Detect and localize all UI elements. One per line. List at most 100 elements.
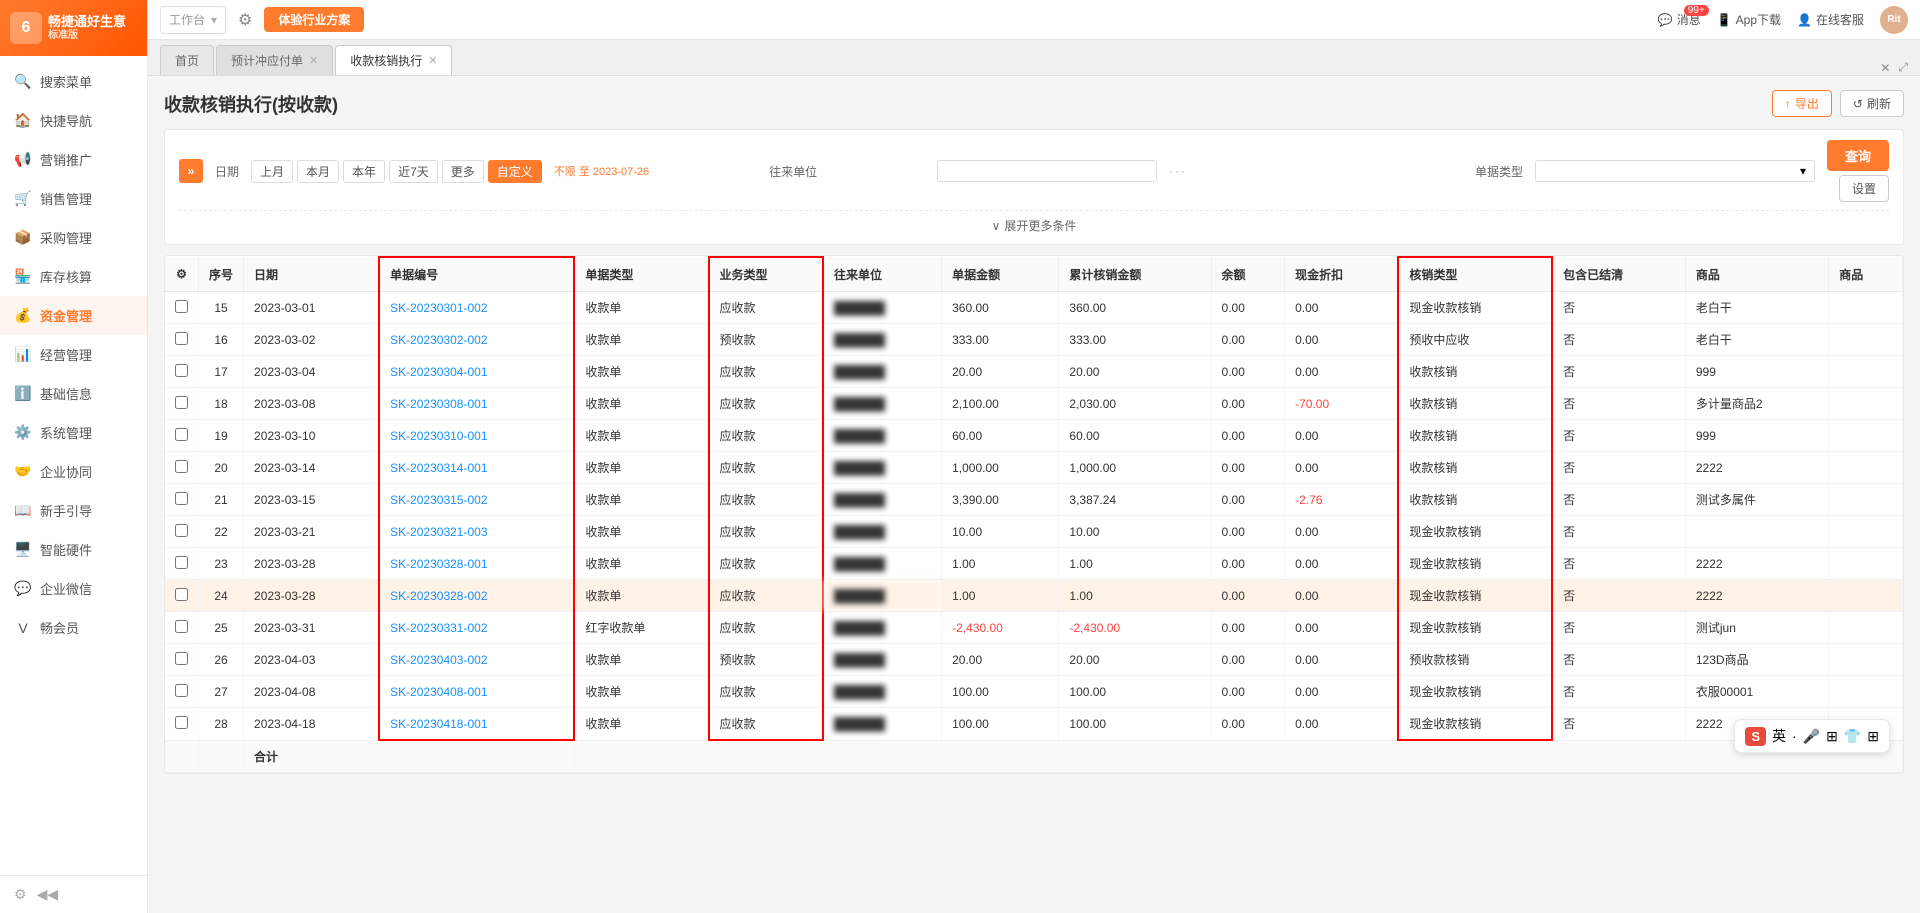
row-checkbox[interactable] — [175, 364, 188, 377]
expand-conditions-button[interactable]: ∨ 展开更多条件 — [992, 217, 1077, 234]
settings-icon[interactable]: ⚙ — [14, 886, 27, 903]
table-row: 202023-03-14SK-20230314-001收款单应收款██████1… — [165, 452, 1903, 484]
row-bill-amount: 20.00 — [942, 356, 1059, 388]
date-btn-本年[interactable]: 本年 — [343, 160, 385, 183]
tab-payable[interactable]: 预计冲应付单✕ — [216, 45, 333, 75]
tab-close-collection[interactable]: ✕ — [428, 54, 437, 67]
date-btn-更多[interactable]: 更多 — [442, 160, 484, 183]
sidebar-item-enterprise[interactable]: 🤝企业协同 — [0, 452, 147, 491]
tab-collection[interactable]: 收款核销执行 ✕ — [335, 45, 452, 75]
th-gear[interactable]: ⚙ — [165, 257, 199, 292]
tab-close-payable[interactable]: ✕ — [309, 54, 318, 67]
row-bill-type: 收款单 — [574, 292, 708, 324]
row-bill-no-link[interactable]: SK-20230331-002 — [390, 621, 487, 635]
row-include-settled: 否 — [1552, 292, 1685, 324]
refresh-button[interactable]: ↺ 刷新 — [1840, 90, 1904, 117]
filter-toggle-button[interactable]: » — [179, 159, 203, 183]
row-bill-no-link[interactable]: SK-20230310-001 — [390, 429, 487, 443]
row-checkbox[interactable] — [175, 684, 188, 697]
sidebar-item-quick-nav[interactable]: 🏠快捷导航 — [0, 101, 147, 140]
date-btn-近7天[interactable]: 近7天 — [389, 160, 438, 183]
row-bill-no-link[interactable]: SK-20230301-002 — [390, 301, 487, 315]
row-checkbox[interactable] — [175, 460, 188, 473]
row-checkbox[interactable] — [175, 396, 188, 409]
row-bill-no-link[interactable]: SK-20230304-001 — [390, 365, 487, 379]
user-avatar[interactable]: Rit — [1880, 6, 1908, 34]
row-balance: 0.00 — [1211, 580, 1285, 612]
row-bill-amount: 1.00 — [942, 548, 1059, 580]
row-balance: 0.00 — [1211, 676, 1285, 708]
row-checkbox[interactable] — [175, 332, 188, 345]
collapse-icon[interactable]: ◀◀ — [37, 886, 59, 903]
online-service-button[interactable]: 👤 在线客服 — [1797, 11, 1864, 28]
query-button[interactable]: 查询 — [1827, 140, 1889, 171]
row-bill-amount: 20.00 — [942, 644, 1059, 676]
topbar-gear-icon[interactable]: ⚙ — [234, 6, 256, 34]
widget-shirt-icon[interactable]: 👕 — [1844, 728, 1861, 745]
sidebar-item-search[interactable]: 🔍搜索菜单 — [0, 62, 147, 101]
date-btn-上月[interactable]: 上月 — [251, 160, 293, 183]
tab-home[interactable]: 首页 — [160, 45, 214, 75]
row-cash-discount: 0.00 — [1285, 324, 1399, 356]
row-checkbox[interactable] — [175, 588, 188, 601]
date-btn-本月[interactable]: 本月 — [297, 160, 339, 183]
sidebar-item-guide[interactable]: 📖新手引导 — [0, 491, 147, 530]
sidebar-item-purchase[interactable]: 📦采购管理 — [0, 218, 147, 257]
row-checkbox[interactable] — [175, 428, 188, 441]
row-bill-no-link[interactable]: SK-20230314-001 — [390, 461, 487, 475]
sidebar-item-member[interactable]: V畅会员 — [0, 608, 147, 647]
row-bill-no-link[interactable]: SK-20230403-002 — [390, 653, 487, 667]
type-select[interactable]: ▾ — [1535, 160, 1815, 182]
app-download-button[interactable]: 📱 App下载 — [1717, 11, 1781, 28]
data-table: ⚙ 序号 日期 单据编号 单据类型 业务类型 往来单位 单据金额 累计核销金额 … — [165, 256, 1903, 773]
row-checkbox[interactable] — [175, 524, 188, 537]
widget-grid2-icon[interactable]: ⊞ — [1867, 728, 1879, 745]
unit-label: 往来单位 — [769, 165, 817, 179]
sidebar-item-operation[interactable]: 📊经营管理 — [0, 335, 147, 374]
tab-maximize-icon[interactable]: ⤢ — [1898, 60, 1908, 75]
solution-button[interactable]: 体验行业方案 — [264, 7, 364, 32]
row-bill-no-link[interactable]: SK-20230408-001 — [390, 685, 487, 699]
row-verify-type: 收款核销 — [1398, 388, 1552, 420]
sidebar-item-system[interactable]: ⚙️系统管理 — [0, 413, 147, 452]
row-checkbox[interactable] — [175, 300, 188, 313]
sidebar-item-basic[interactable]: ℹ️基础信息 — [0, 374, 147, 413]
row-bill-no-link[interactable]: SK-20230308-001 — [390, 397, 487, 411]
row-product2 — [1829, 516, 1903, 548]
row-checkbox[interactable] — [175, 492, 188, 505]
workspace-selector[interactable]: 工作台 ▾ — [160, 6, 226, 34]
unit-input[interactable] — [937, 160, 1157, 182]
message-button[interactable]: 💬 消息 99+ — [1658, 11, 1701, 28]
sidebar-item-sales[interactable]: 🛒销售管理 — [0, 179, 147, 218]
row-checkbox[interactable] — [175, 652, 188, 665]
sidebar-item-marketing[interactable]: 📢营销推广 — [0, 140, 147, 179]
row-checkbox[interactable] — [175, 556, 188, 569]
sidebar-menu: 🔍搜索菜单🏠快捷导航📢营销推广🛒销售管理📦采购管理🏪库存核算💰资金管理📊经营管理… — [0, 56, 147, 875]
date-btn-custom[interactable]: 自定义 — [488, 160, 542, 183]
export-button[interactable]: ↑ 导出 — [1772, 90, 1832, 117]
widget-mic-icon[interactable]: 🎤 — [1803, 728, 1820, 745]
row-date: 2023-03-28 — [244, 580, 380, 612]
tab-close-all-icon[interactable]: ✕ — [1880, 61, 1890, 75]
sidebar-item-wechat[interactable]: 💬企业微信 — [0, 569, 147, 608]
sidebar-item-inventory[interactable]: 🏪库存核算 — [0, 257, 147, 296]
row-date: 2023-03-02 — [244, 324, 380, 356]
row-biz-type: 应收款 — [709, 388, 824, 420]
tab-label-collection: 收款核销执行 — [350, 52, 422, 69]
sidebar-item-finance[interactable]: 💰资金管理 — [0, 296, 147, 335]
row-bill-no-link[interactable]: SK-20230315-002 — [390, 493, 487, 507]
sidebar-item-hardware[interactable]: 🖥️智能硬件 — [0, 530, 147, 569]
row-bill-no-link[interactable]: SK-20230302-002 — [390, 333, 487, 347]
filter-settings-button[interactable]: 设置 — [1839, 175, 1889, 202]
sidebar-label-sales: 销售管理 — [40, 189, 92, 208]
row-bill-no-link[interactable]: SK-20230418-001 — [390, 717, 487, 731]
row-bill-no-link[interactable]: SK-20230321-003 — [390, 525, 487, 539]
widget-grid-icon[interactable]: ⊞ — [1826, 728, 1838, 745]
row-checkbox[interactable] — [175, 620, 188, 633]
row-checkbox[interactable] — [175, 716, 188, 729]
row-no: 18 — [199, 388, 244, 420]
row-bill-no-link[interactable]: SK-20230328-001 — [390, 557, 487, 571]
row-cash-discount: 0.00 — [1285, 516, 1399, 548]
row-total-verify: -2,430.00 — [1059, 612, 1211, 644]
row-bill-no-link[interactable]: SK-20230328-002 — [390, 589, 487, 603]
